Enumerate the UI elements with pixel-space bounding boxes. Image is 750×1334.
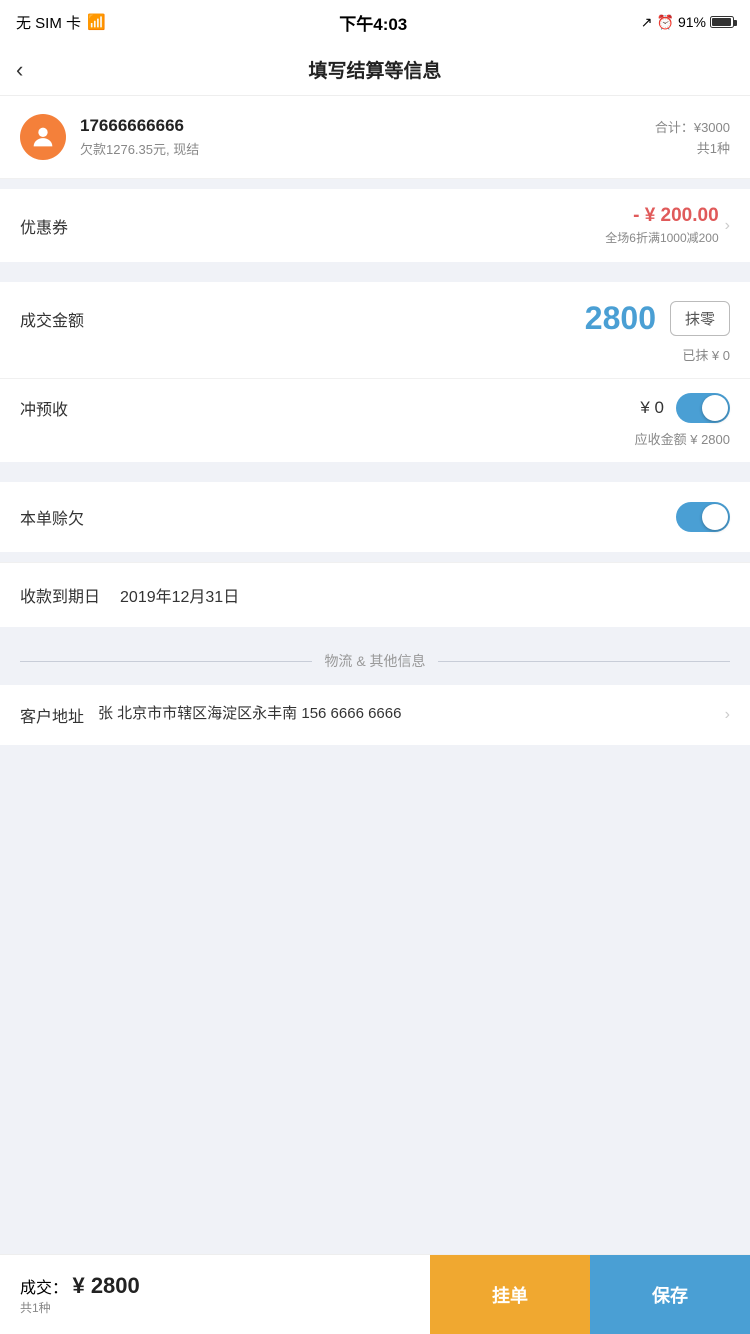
address-chevron-icon: › bbox=[725, 706, 730, 724]
coupon-chevron-icon: › bbox=[725, 217, 730, 235]
coupon-right-group: - ¥ 200.00 全场6折满1000减200 › bbox=[605, 205, 730, 246]
coupon-label: 优惠券 bbox=[20, 214, 68, 238]
allowance-row: 本单赊欠 bbox=[0, 482, 750, 552]
nav-title: 填写结算等信息 bbox=[308, 56, 441, 83]
duedate-value: 2019年12月31日 bbox=[120, 583, 239, 607]
amount-section: 成交金额 2800 抹零 已抹 ¥ 0 冲预收 ¥ 0 应收金额 ¥ 2800 bbox=[0, 282, 750, 462]
summary-count: 共1种 bbox=[20, 1299, 410, 1316]
coupon-desc: 全场6折满1000减200 bbox=[605, 229, 718, 246]
amount-row: 成交金额 2800 抹零 bbox=[0, 282, 750, 345]
customer-row: 17666666666 欠款1276.35元, 现结 合计：¥3000 共1种 bbox=[0, 96, 750, 179]
location-icon: ↗ bbox=[641, 14, 653, 31]
logistics-text: 物流 & 其他信息 bbox=[324, 651, 425, 671]
allowance-toggle-knob bbox=[702, 504, 728, 530]
divider-2 bbox=[0, 472, 750, 482]
coupon-row[interactable]: 优惠券 - ¥ 200.00 全场6折满1000减200 › bbox=[0, 189, 750, 262]
prepay-row: 冲预收 ¥ 0 bbox=[0, 379, 750, 429]
save-button[interactable]: 保存 bbox=[590, 1255, 750, 1334]
customer-left: 17666666666 欠款1276.35元, 现结 bbox=[20, 114, 199, 160]
bottom-summary-top: 成交： ¥ 2800 bbox=[20, 1273, 410, 1299]
logistics-line-right bbox=[438, 661, 730, 662]
customer-right: 合计：¥3000 共1种 bbox=[655, 117, 730, 157]
avatar bbox=[20, 114, 66, 160]
customer-debt: 欠款1276.35元, 现结 bbox=[80, 139, 199, 158]
customer-phone: 17666666666 bbox=[80, 116, 199, 136]
allowance-label: 本单赊欠 bbox=[20, 505, 84, 529]
prepay-toggle-knob bbox=[702, 395, 728, 421]
alarm-icon: ⏰ bbox=[657, 14, 674, 31]
battery-label: 91% bbox=[678, 14, 706, 30]
wifi-icon: 📶 bbox=[87, 13, 106, 31]
gray-filler bbox=[0, 755, 750, 875]
prepay-amount: ¥ 0 bbox=[640, 398, 664, 418]
customer-count: 共1种 bbox=[655, 138, 730, 157]
prepay-label: 冲预收 bbox=[20, 396, 68, 420]
status-bar: 无 SIM 卡 📶 下午4:03 ↗ ⏰ 91% bbox=[0, 0, 750, 44]
customer-info: 17666666666 欠款1276.35元, 现结 bbox=[80, 116, 199, 158]
hang-button[interactable]: 挂单 bbox=[430, 1255, 590, 1334]
duedate-section: 收款到期日 2019年12月31日 bbox=[0, 563, 750, 627]
logistics-divider: 物流 & 其他信息 bbox=[0, 637, 750, 685]
prepay-toggle[interactable] bbox=[676, 393, 730, 423]
back-button[interactable]: ‹ bbox=[16, 57, 23, 83]
allowance-toggle[interactable] bbox=[676, 502, 730, 532]
divider-1 bbox=[0, 272, 750, 282]
prepay-receivable: 应收金额 ¥ 2800 bbox=[0, 429, 750, 462]
logistics-line-left bbox=[20, 661, 312, 662]
customer-section: 17666666666 欠款1276.35元, 现结 合计：¥3000 共1种 bbox=[0, 96, 750, 179]
bottom-summary: 成交： ¥ 2800 共1种 bbox=[0, 1255, 430, 1334]
round-button[interactable]: 抹零 bbox=[670, 301, 730, 336]
status-left: 无 SIM 卡 📶 bbox=[16, 12, 106, 33]
battery-icon bbox=[710, 16, 734, 28]
address-row[interactable]: 客户地址 张 北京市市辖区海淀区永丰南 156 6666 6666 › bbox=[0, 685, 750, 745]
coupon-discount: - ¥ 200.00 bbox=[605, 205, 718, 227]
summary-prefix: 成交： bbox=[20, 1280, 68, 1297]
address-value: 张 北京市市辖区海淀区永丰南 156 6666 6666 bbox=[98, 703, 715, 726]
amount-value: 2800 bbox=[585, 300, 656, 337]
total-label: 合计：¥3000 bbox=[655, 117, 730, 136]
duedate-label: 收款到期日 bbox=[20, 583, 100, 607]
content: 17666666666 欠款1276.35元, 现结 合计：¥3000 共1种 … bbox=[0, 96, 750, 965]
duedate-row: 收款到期日 2019年12月31日 bbox=[0, 563, 750, 627]
nav-bar: ‹ 填写结算等信息 bbox=[0, 44, 750, 96]
address-section[interactable]: 客户地址 张 北京市市辖区海淀区永丰南 156 6666 6666 › bbox=[0, 685, 750, 745]
carrier-label: 无 SIM 卡 bbox=[16, 12, 81, 33]
coupon-right: - ¥ 200.00 全场6折满1000减200 bbox=[605, 205, 718, 246]
address-label: 客户地址 bbox=[20, 703, 84, 727]
prepay-amount-group: ¥ 0 bbox=[640, 398, 664, 418]
bottom-bar: 成交： ¥ 2800 共1种 挂单 保存 bbox=[0, 1254, 750, 1334]
coupon-section[interactable]: 优惠券 - ¥ 200.00 全场6折满1000减200 › bbox=[0, 189, 750, 262]
allowance-section: 本单赊欠 bbox=[0, 482, 750, 552]
amount-right: 2800 抹零 bbox=[585, 300, 730, 337]
amount-label: 成交金额 bbox=[20, 307, 84, 331]
status-time: 下午4:03 bbox=[339, 10, 407, 35]
summary-amount: ¥ 2800 bbox=[72, 1273, 139, 1298]
amount-sub: 已抹 ¥ 0 bbox=[0, 345, 750, 378]
prepay-right: ¥ 0 bbox=[640, 393, 730, 423]
status-right: ↗ ⏰ 91% bbox=[641, 14, 734, 31]
